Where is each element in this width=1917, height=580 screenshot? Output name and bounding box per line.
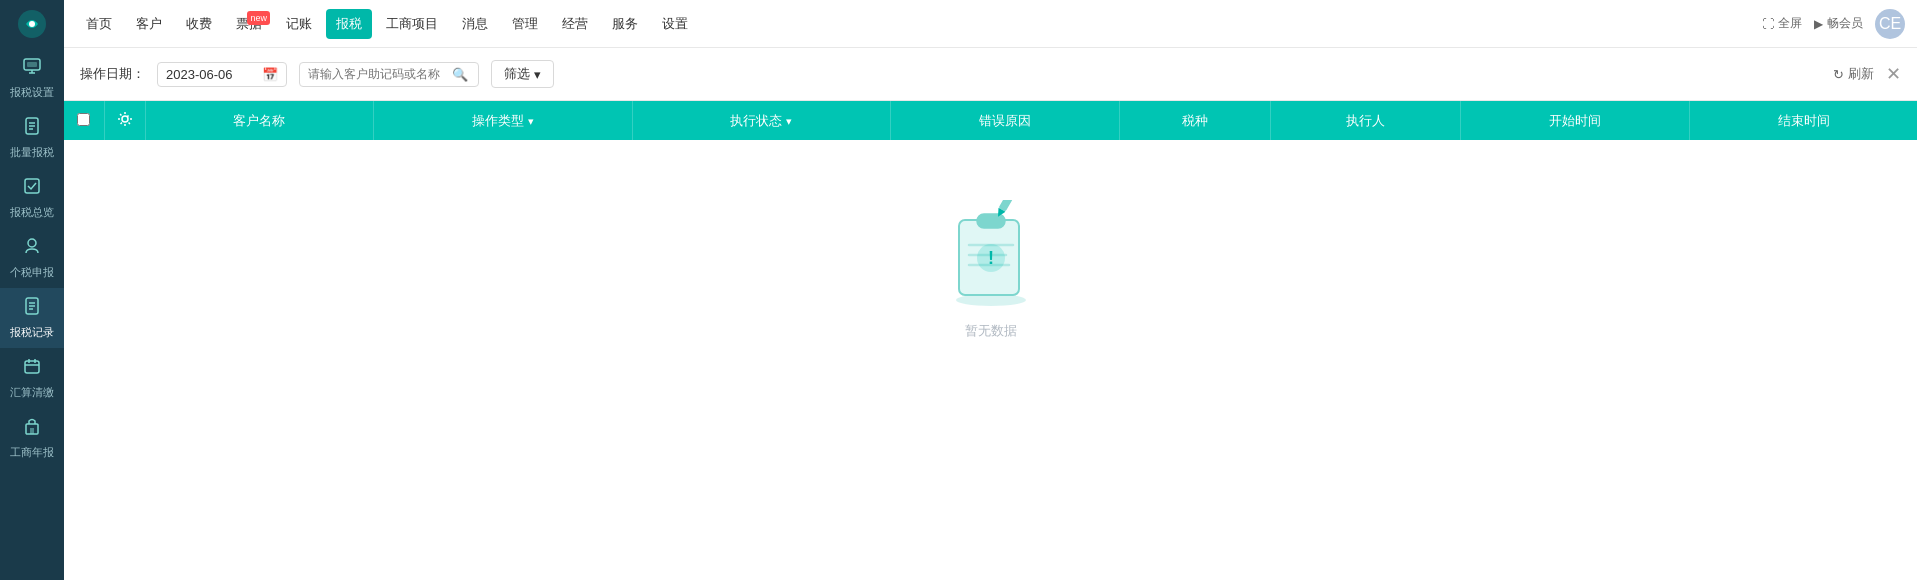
main-area: 首页客户收费票据new记账报税工商项目消息管理经营服务设置 ⛶ 全屏 ▶ 畅会员…	[64, 0, 1917, 580]
date-input[interactable]	[166, 67, 256, 82]
refresh-icon: ↻	[1833, 67, 1844, 82]
gear-icon	[117, 111, 133, 127]
svg-point-11	[28, 239, 36, 247]
svg-rect-21	[30, 428, 34, 434]
sidebar-item-huisuan-jiaona[interactable]: 汇算清缴	[0, 348, 64, 408]
th-status[interactable]: 执行状态▾	[632, 101, 890, 140]
data-table: 客户名称操作类型▾执行状态▾错误原因税种执行人开始时间结束时间	[64, 101, 1917, 400]
nav-item-baoshui[interactable]: 报税	[326, 9, 372, 39]
fullscreen-btn[interactable]: ⛶ 全屏	[1762, 15, 1802, 32]
sidebar-item-baoshui-zonglam[interactable]: 报税总览	[0, 168, 64, 228]
refresh-button[interactable]: ↻ 刷新	[1833, 65, 1874, 83]
sidebar-item-baoshui-shezhi[interactable]: 报税设置	[0, 48, 64, 108]
chevron-down-icon: ▾	[534, 67, 541, 82]
select-all-checkbox[interactable]	[77, 113, 90, 126]
th-endtime: 结束时间	[1690, 101, 1917, 140]
sidebar-label-gesui-shenbao: 个税申报	[10, 265, 54, 280]
member-btn[interactable]: ▶ 畅会员	[1814, 15, 1863, 32]
avatar[interactable]: CE	[1875, 9, 1905, 39]
filter-bar: 操作日期： 📅 🔍 筛选 ▾ ↻ 刷新 ✕	[64, 48, 1917, 101]
member-label: 畅会员	[1827, 15, 1863, 32]
topnav: 首页客户收费票据new记账报税工商项目消息管理经营服务设置 ⛶ 全屏 ▶ 畅会员…	[64, 0, 1917, 48]
sidebar-item-piliang-baoshui[interactable]: 批量报税	[0, 108, 64, 168]
content-area: 操作日期： 📅 🔍 筛选 ▾ ↻ 刷新 ✕	[64, 48, 1917, 580]
empty-icon: !	[941, 200, 1041, 310]
nav-item-shezhi[interactable]: 设置	[652, 9, 698, 39]
filter-bar-right: ↻ 刷新 ✕	[1833, 63, 1901, 85]
member-icon: ▶	[1814, 17, 1823, 31]
filter-button[interactable]: 筛选 ▾	[491, 60, 554, 88]
sidebar-icon-piliang-baoshui	[22, 116, 42, 141]
calendar-icon: 📅	[262, 67, 278, 82]
refresh-label: 刷新	[1848, 65, 1874, 83]
filter-label-text: 筛选	[504, 65, 530, 83]
th-taxtype: 税种	[1119, 101, 1271, 140]
svg-point-1	[29, 21, 35, 27]
sidebar-label-piliang-baoshui: 批量报税	[10, 145, 54, 160]
nav-item-shoufei[interactable]: 收费	[176, 9, 222, 39]
empty-state: ! 暂无数据	[64, 140, 1917, 400]
svg-rect-16	[25, 361, 39, 373]
table-header-row: 客户名称操作类型▾执行状态▾错误原因税种执行人开始时间结束时间	[64, 101, 1917, 140]
sidebar-icon-gesui-shenbao	[22, 236, 42, 261]
empty-text: 暂无数据	[965, 322, 1017, 340]
topnav-right: ⛶ 全屏 ▶ 畅会员 CE	[1762, 9, 1905, 39]
search-input[interactable]	[308, 67, 448, 81]
search-icon[interactable]: 🔍	[452, 67, 468, 82]
sidebar-icon-baoshui-zonglam	[22, 176, 42, 201]
th-name: 客户名称	[145, 101, 374, 140]
sidebar-item-gongshang-nianbao[interactable]: 工商年报	[0, 408, 64, 468]
svg-point-22	[122, 116, 128, 122]
nav-badge-piaoju: new	[247, 11, 270, 25]
app-logo	[0, 0, 64, 48]
date-picker[interactable]: 📅	[157, 62, 287, 87]
sidebar-label-baoshui-zonglam: 报税总览	[10, 205, 54, 220]
avatar-text: CE	[1879, 15, 1901, 33]
sidebar-label-gongshang-nianbao: 工商年报	[10, 445, 54, 460]
sidebar-icon-baoshui-jilu	[22, 296, 42, 321]
th-type[interactable]: 操作类型▾	[374, 101, 632, 140]
nav-item-home[interactable]: 首页	[76, 9, 122, 39]
svg-text:!: !	[988, 248, 994, 268]
nav-item-piaoju[interactable]: 票据new	[226, 9, 272, 39]
sidebar-item-gesui-shenbao[interactable]: 个税申报	[0, 228, 64, 288]
fullscreen-label: 全屏	[1778, 15, 1802, 32]
nav-item-gongshang[interactable]: 工商项目	[376, 9, 448, 39]
sidebar-icon-baoshui-shezhi	[22, 56, 42, 81]
sort-arrow-status: ▾	[786, 115, 792, 127]
nav-item-guanli[interactable]: 管理	[502, 9, 548, 39]
th-check	[64, 101, 104, 140]
nav-item-xiaoxi[interactable]: 消息	[452, 9, 498, 39]
sidebar-icon-gongshang-nianbao	[22, 416, 42, 441]
th-starttime: 开始时间	[1461, 101, 1690, 140]
sidebar-label-huisuan-jiaona: 汇算清缴	[10, 385, 54, 400]
sidebar-label-baoshui-shezhi: 报税设置	[10, 85, 54, 100]
fullscreen-icon: ⛶	[1762, 17, 1774, 31]
svg-rect-3	[27, 62, 37, 67]
svg-rect-26	[977, 214, 1005, 228]
nav-items: 首页客户收费票据new记账报税工商项目消息管理经营服务设置	[76, 9, 1762, 39]
th-executor: 执行人	[1271, 101, 1461, 140]
sidebar-icon-huisuan-jiaona	[22, 356, 42, 381]
sort-arrow-type: ▾	[528, 115, 534, 127]
sidebar-item-baoshui-jilu[interactable]: 报税记录	[0, 288, 64, 348]
nav-item-jizhang[interactable]: 记账	[276, 9, 322, 39]
svg-rect-10	[25, 179, 39, 193]
sidebar-label-baoshui-jilu: 报税记录	[10, 325, 54, 340]
th-error: 错误原因	[891, 101, 1120, 140]
th-gear	[104, 101, 145, 140]
nav-item-fuwu[interactable]: 服务	[602, 9, 648, 39]
table-wrap: 客户名称操作类型▾执行状态▾错误原因税种执行人开始时间结束时间	[64, 101, 1917, 580]
date-label: 操作日期：	[80, 65, 145, 83]
sidebar: 报税设置批量报税报税总览个税申报报税记录汇算清缴工商年报	[0, 0, 64, 580]
nav-item-customer[interactable]: 客户	[126, 9, 172, 39]
search-wrap[interactable]: 🔍	[299, 62, 479, 87]
nav-item-jingying[interactable]: 经营	[552, 9, 598, 39]
close-button[interactable]: ✕	[1886, 63, 1901, 85]
